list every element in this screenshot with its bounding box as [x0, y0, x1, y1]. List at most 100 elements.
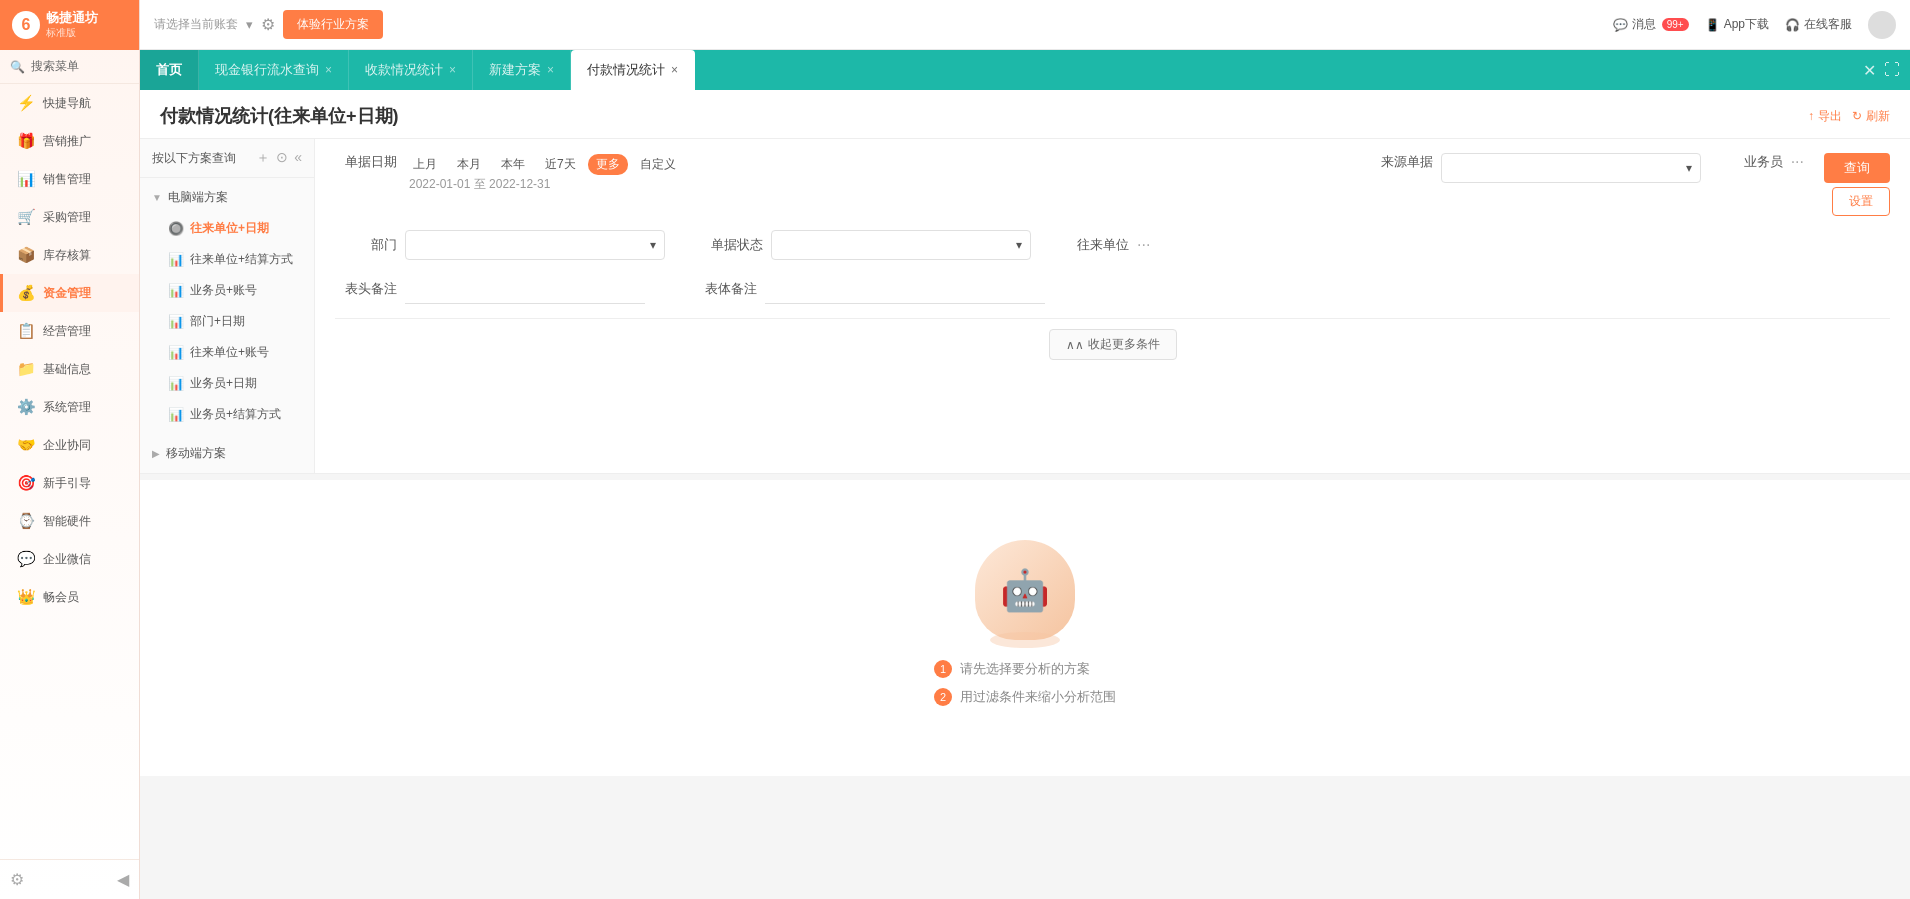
- collapse-row: ∧∧ 收起更多条件: [335, 318, 1890, 370]
- custom-btn[interactable]: 自定义: [632, 153, 684, 176]
- refresh-btn[interactable]: ↻ 刷新: [1852, 108, 1890, 125]
- setting-btn[interactable]: 设置: [1832, 187, 1890, 216]
- last-month-btn[interactable]: 上月: [405, 153, 445, 176]
- sidebar-footer: ⚙ ◀: [0, 859, 139, 899]
- tab-receipt-stats[interactable]: 收款情况统计 ×: [349, 50, 473, 90]
- filter-main: 单据日期 上月 本月 本年 近7天 更多 自定义 2022-01-01 至 20…: [315, 139, 1910, 473]
- scheme-header-label: 按以下方案查询: [152, 150, 236, 167]
- body-note-input[interactable]: [765, 274, 1045, 304]
- tab-new-scheme[interactable]: 新建方案 ×: [473, 50, 571, 90]
- sidebar-search[interactable]: 🔍 搜索菜单: [0, 50, 139, 84]
- header-note-input[interactable]: [405, 274, 645, 304]
- sidebar-item-inventory[interactable]: 📦 库存核算: [0, 236, 139, 274]
- member-icon: 👑: [17, 588, 35, 606]
- salesman-dots[interactable]: ···: [1791, 153, 1804, 171]
- scheme-group-desktop-header[interactable]: ▼ 电脑端方案: [140, 182, 314, 213]
- online-service-btn[interactable]: 🎧 在线客服: [1785, 16, 1852, 33]
- sidebar-item-marketing[interactable]: 🎁 营销推广: [0, 122, 139, 160]
- message-label: 消息: [1632, 16, 1656, 33]
- partner-dots[interactable]: ···: [1137, 236, 1150, 254]
- scheme-group-desktop: ▼ 电脑端方案 🔘 往来单位+日期 📊 往来单位+结算方式 📊: [140, 178, 314, 434]
- this-year-btn[interactable]: 本年: [493, 153, 533, 176]
- scheme-item-label: 部门+日期: [190, 313, 245, 330]
- scheme-group-mobile: ▶ 移动端方案: [140, 434, 314, 473]
- sidebar-item-member[interactable]: 👑 畅会员: [0, 578, 139, 616]
- sidebar-item-coop[interactable]: 🤝 企业协同: [0, 426, 139, 464]
- tab-home[interactable]: 首页: [140, 50, 199, 90]
- sidebar-item-wechat[interactable]: 💬 企业微信: [0, 540, 139, 578]
- topbar-gear-icon[interactable]: ⚙: [261, 15, 275, 34]
- sidebar-item-guide[interactable]: 🎯 新手引导: [0, 464, 139, 502]
- collapse-up-icon: ∧∧: [1066, 338, 1084, 352]
- scheme-item-dept-date[interactable]: 📊 部门+日期: [140, 306, 314, 337]
- scheme-item-partner-account[interactable]: 📊 往来单位+账号: [140, 337, 314, 368]
- sidebar-item-label: 系统管理: [43, 399, 91, 416]
- topbar-right: 💬 消息 99+ 📱 App下载 🎧 在线客服: [1613, 11, 1896, 39]
- tabs-end-actions: ✕ ⛶: [1863, 61, 1910, 80]
- tip-text-1: 请先选择要分析的方案: [960, 660, 1090, 678]
- app-icon: 📱: [1705, 18, 1720, 32]
- scheme-chart-icon6: 📊: [168, 407, 184, 422]
- scheme-settings-icon[interactable]: ⊙: [276, 149, 288, 167]
- scheme-add-icon[interactable]: ＋: [256, 149, 270, 167]
- scheme-item-salesman-account[interactable]: 📊 业务员+账号: [140, 275, 314, 306]
- close-all-icon[interactable]: ✕: [1863, 61, 1876, 80]
- tab-new-scheme-close[interactable]: ×: [547, 63, 554, 77]
- account-dropdown-icon[interactable]: ▾: [246, 17, 253, 32]
- sidebar-item-funds[interactable]: 💰 资金管理: [0, 274, 139, 312]
- this-month-btn[interactable]: 本月: [449, 153, 489, 176]
- sidebar-item-hardware[interactable]: ⌚ 智能硬件: [0, 502, 139, 540]
- coop-icon: 🤝: [17, 436, 35, 454]
- page-actions: ↑ 导出 ↻ 刷新: [1808, 108, 1890, 125]
- scheme-item-partner-date[interactable]: 🔘 往来单位+日期: [140, 213, 314, 244]
- tab-bank[interactable]: 现金银行流水查询 ×: [199, 50, 349, 90]
- sidebar-item-purchase[interactable]: 🛒 采购管理: [0, 198, 139, 236]
- service-icon: 🎧: [1785, 18, 1800, 32]
- export-icon: ↑: [1808, 109, 1814, 123]
- header-note-label: 表头备注: [335, 280, 405, 298]
- sidebar-item-label: 畅会员: [43, 589, 79, 606]
- scheme-item-label: 往来单位+结算方式: [190, 251, 293, 268]
- sidebar-item-business[interactable]: 📋 经营管理: [0, 312, 139, 350]
- date-label: 单据日期: [335, 153, 405, 171]
- scheme-item-label: 往来单位+日期: [190, 220, 269, 237]
- doc-status-select[interactable]: ▾: [771, 230, 1031, 260]
- scheme-chart-icon2: 📊: [168, 283, 184, 298]
- sidebar-item-system[interactable]: ⚙️ 系统管理: [0, 388, 139, 426]
- tab-payment-close[interactable]: ×: [671, 63, 678, 77]
- trial-btn[interactable]: 体验行业方案: [283, 10, 383, 39]
- scheme-group-mobile-header[interactable]: ▶ 移动端方案: [140, 438, 314, 469]
- service-label: 在线客服: [1804, 16, 1852, 33]
- body-note-label: 表体备注: [695, 280, 765, 298]
- sidebar-item-label: 库存核算: [43, 247, 91, 264]
- user-avatar[interactable]: [1868, 11, 1896, 39]
- filter-row-note: 表头备注 表体备注: [335, 274, 1890, 304]
- settings-icon[interactable]: ⚙: [10, 870, 24, 889]
- tab-payment-stats[interactable]: 付款情况统计 ×: [571, 50, 695, 90]
- fullscreen-icon[interactable]: ⛶: [1884, 61, 1900, 80]
- query-btn[interactable]: 查询: [1824, 153, 1890, 183]
- export-btn[interactable]: ↑ 导出: [1808, 108, 1842, 125]
- scheme-collapse-icon[interactable]: «: [294, 149, 302, 167]
- sidebar-item-sales[interactable]: 📊 销售管理: [0, 160, 139, 198]
- collapse-btn[interactable]: ∧∧ 收起更多条件: [1049, 329, 1177, 360]
- last-7days-btn[interactable]: 近7天: [537, 153, 584, 176]
- scheme-item-partner-settlement[interactable]: 📊 往来单位+结算方式: [140, 244, 314, 275]
- app-download-btn[interactable]: 📱 App下载: [1705, 16, 1769, 33]
- scheme-item-salesman-date[interactable]: 📊 业务员+日期: [140, 368, 314, 399]
- dept-select[interactable]: ▾: [405, 230, 665, 260]
- sidebar-item-quick-nav[interactable]: ⚡ 快捷导航: [0, 84, 139, 122]
- collapse-sidebar-icon[interactable]: ◀: [117, 870, 129, 889]
- scheme-group-desktop-label: 电脑端方案: [168, 189, 228, 206]
- message-btn[interactable]: 💬 消息 99+: [1613, 16, 1689, 33]
- tab-bank-label: 现金银行流水查询: [215, 61, 319, 79]
- tab-bank-close[interactable]: ×: [325, 63, 332, 77]
- sidebar-item-basic[interactable]: 📁 基础信息: [0, 350, 139, 388]
- scheme-chart-icon5: 📊: [168, 376, 184, 391]
- sidebar-item-label: 企业协同: [43, 437, 91, 454]
- scheme-item-salesman-settlement[interactable]: 📊 业务员+结算方式: [140, 399, 314, 430]
- more-btn[interactable]: 更多: [588, 154, 628, 175]
- tab-receipt-close[interactable]: ×: [449, 63, 456, 77]
- source-select[interactable]: ▾: [1441, 153, 1701, 183]
- empty-icon: 🤖: [975, 540, 1075, 640]
